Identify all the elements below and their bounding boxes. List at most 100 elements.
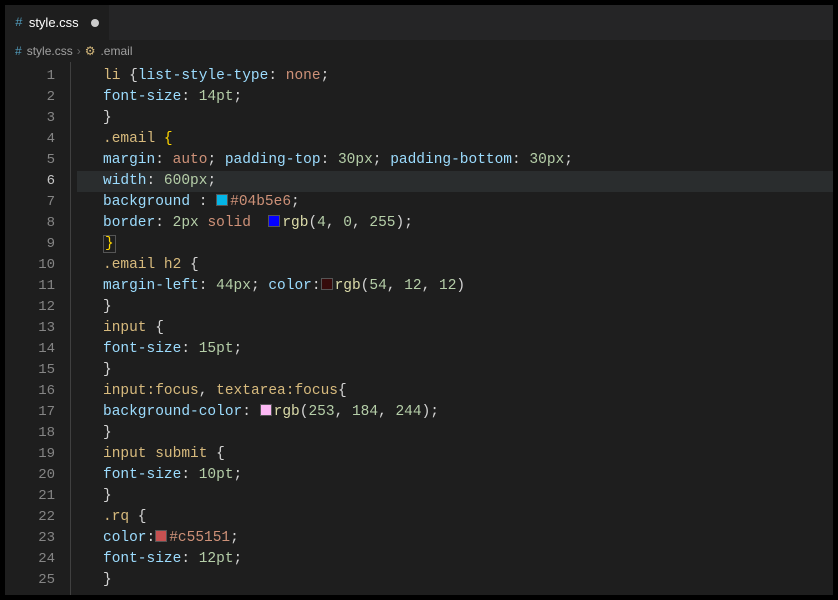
code-line[interactable]: input submit { <box>103 444 833 465</box>
code-line[interactable]: color:#c55151; <box>103 528 833 549</box>
code-line[interactable]: background-color: rgb(253, 184, 244); <box>103 402 833 423</box>
code-token: 184 <box>352 404 378 420</box>
breadcrumb-file[interactable]: # style.css <box>15 44 73 58</box>
code-token: , <box>199 383 216 399</box>
code-line[interactable]: li {list-style-type: none; <box>103 66 833 87</box>
code-line[interactable]: border: 2px solid rgb(4, 0, 255); <box>103 213 833 234</box>
code-token <box>155 257 164 273</box>
code-token: auto <box>173 152 208 168</box>
code-line[interactable]: font-size: 12pt; <box>103 549 833 570</box>
line-number[interactable]: 14 <box>5 339 55 360</box>
code-token: padding-bottom <box>390 152 512 168</box>
code-line[interactable]: } <box>103 570 833 591</box>
code-line[interactable]: font-size: 14pt; <box>103 87 833 108</box>
line-number[interactable]: 17 <box>5 402 55 423</box>
line-number[interactable]: 5 <box>5 150 55 171</box>
line-number[interactable]: 20 <box>5 465 55 486</box>
line-number[interactable]: 12 <box>5 297 55 318</box>
code-token: ); <box>422 404 439 420</box>
code-token: : <box>147 530 156 546</box>
code-line[interactable]: font-size: 10pt; <box>103 465 833 486</box>
code-token: font-size <box>103 341 181 357</box>
code-token: { <box>181 257 198 273</box>
code-token: ; <box>251 278 268 294</box>
line-number-gutter[interactable]: 1234567891011121314151617181920212223242… <box>5 62 69 595</box>
tab-style-css[interactable]: # style.css <box>5 5 110 40</box>
code-token: : <box>181 89 198 105</box>
code-token: #c55151 <box>169 530 230 546</box>
code-token: , <box>422 278 439 294</box>
line-number[interactable]: 3 <box>5 108 55 129</box>
line-number[interactable]: 25 <box>5 570 55 591</box>
code-token: : <box>181 467 198 483</box>
code-token <box>155 131 164 147</box>
code-line[interactable]: .rq { <box>103 507 833 528</box>
line-number[interactable]: 6 <box>5 171 55 192</box>
code-line[interactable]: input { <box>103 318 833 339</box>
line-number[interactable]: 7 <box>5 192 55 213</box>
code-line[interactable]: .email h2 { <box>103 255 833 276</box>
line-number[interactable]: 9 <box>5 234 55 255</box>
code-line[interactable]: background : #04b5e6; <box>103 192 833 213</box>
code-token: ; <box>207 152 224 168</box>
code-token: } <box>103 488 112 504</box>
breadcrumb-symbol[interactable]: ⚙ .email <box>85 44 133 58</box>
code-token: rgb <box>282 215 308 231</box>
code-line[interactable]: } <box>103 297 833 318</box>
code-token: none <box>286 68 321 84</box>
line-number[interactable]: 1 <box>5 66 55 87</box>
code-token: ( <box>308 215 317 231</box>
code-token: list-style-type <box>138 68 269 84</box>
line-number[interactable]: 4 <box>5 129 55 150</box>
code-token: 10pt <box>199 467 234 483</box>
line-number[interactable]: 10 <box>5 255 55 276</box>
code-token <box>251 215 268 231</box>
code-token: : <box>268 68 285 84</box>
code-line[interactable]: } <box>103 108 833 129</box>
color-swatch-icon[interactable] <box>268 215 280 227</box>
code-line[interactable]: } <box>103 423 833 444</box>
code-token: border <box>103 215 155 231</box>
code-token: ; <box>207 173 216 189</box>
color-swatch-icon[interactable] <box>321 278 333 290</box>
line-number[interactable]: 22 <box>5 507 55 528</box>
line-number[interactable]: 19 <box>5 444 55 465</box>
code-token: margin-left <box>103 278 199 294</box>
line-number[interactable]: 16 <box>5 381 55 402</box>
code-token: : <box>181 551 198 567</box>
code-line[interactable]: } <box>103 234 833 255</box>
line-number[interactable]: 8 <box>5 213 55 234</box>
code-token: h2 <box>164 257 181 273</box>
code-token: background <box>103 194 190 210</box>
code-line[interactable]: .email { <box>103 129 833 150</box>
code-line[interactable]: input:focus, textarea:focus{ <box>103 381 833 402</box>
color-swatch-icon[interactable] <box>216 194 228 206</box>
code-token: 2px <box>173 215 199 231</box>
code-token: ; <box>321 68 330 84</box>
line-number[interactable]: 23 <box>5 528 55 549</box>
code-line[interactable]: margin: auto; padding-top: 30px; padding… <box>103 150 833 171</box>
code-line[interactable]: width: 600px; <box>77 171 833 192</box>
color-swatch-icon[interactable] <box>155 530 167 542</box>
line-number[interactable]: 15 <box>5 360 55 381</box>
line-number[interactable]: 18 <box>5 423 55 444</box>
code-token: 253 <box>308 404 334 420</box>
color-swatch-icon[interactable] <box>260 404 272 416</box>
code-token: } <box>103 425 112 441</box>
breadcrumbs[interactable]: # style.css › ⚙ .email <box>5 40 833 62</box>
code-line[interactable]: font-size: 15pt; <box>103 339 833 360</box>
line-number[interactable]: 21 <box>5 486 55 507</box>
code-token: 244 <box>395 404 421 420</box>
line-number[interactable]: 2 <box>5 87 55 108</box>
code-token: ); <box>396 215 413 231</box>
code-token: ) <box>456 278 465 294</box>
code-line[interactable]: } <box>103 486 833 507</box>
code-line[interactable]: } <box>103 360 833 381</box>
code-token: : <box>190 194 216 210</box>
line-number[interactable]: 24 <box>5 549 55 570</box>
code-token: : <box>321 152 338 168</box>
code-area[interactable]: li {list-style-type: none;font-size: 14p… <box>77 62 833 595</box>
line-number[interactable]: 11 <box>5 276 55 297</box>
code-line[interactable]: margin-left: 44px; color:rgb(54, 12, 12) <box>103 276 833 297</box>
line-number[interactable]: 13 <box>5 318 55 339</box>
